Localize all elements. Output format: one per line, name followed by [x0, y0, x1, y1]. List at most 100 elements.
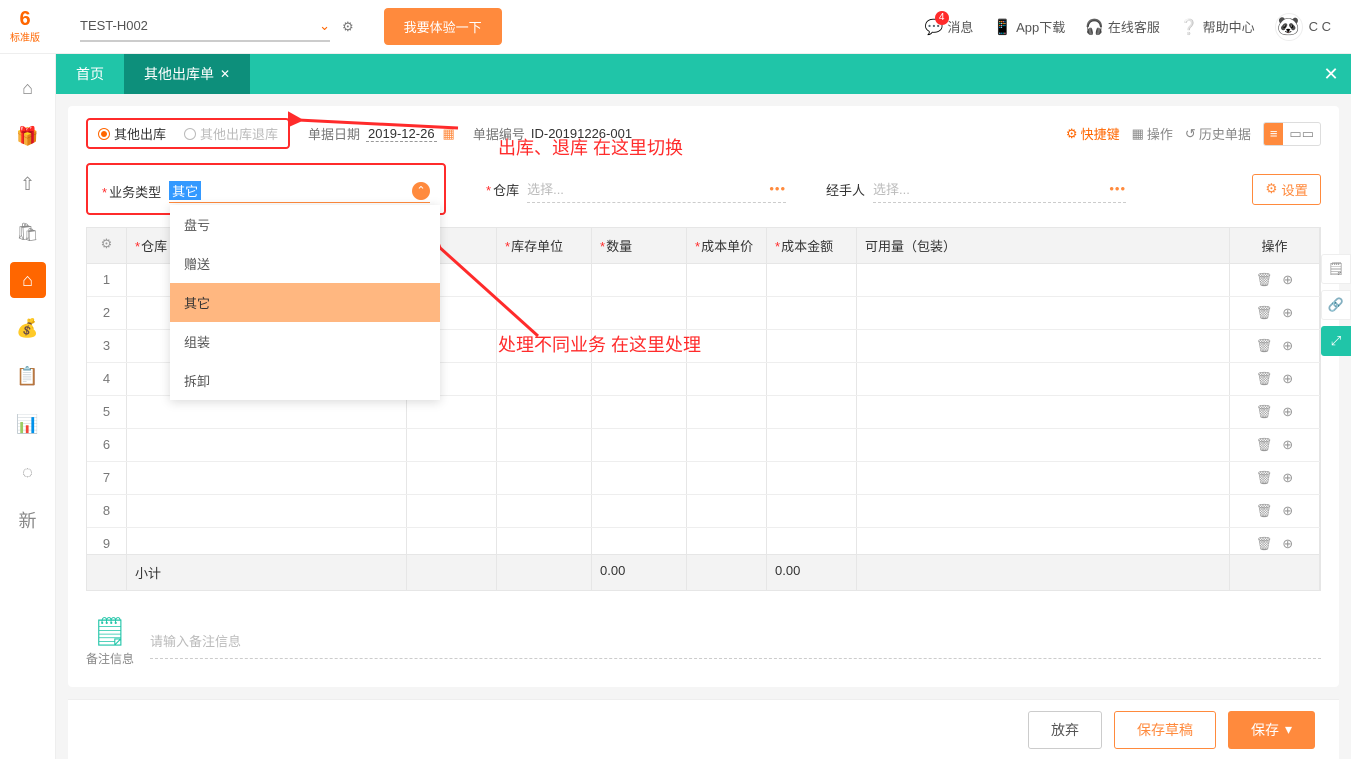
tab-other-outbound[interactable]: 其他出库单 ✕	[124, 54, 250, 94]
add-row-icon[interactable]: ⊕	[1282, 404, 1293, 420]
note-icon: 🗒	[86, 615, 134, 648]
save-button[interactable]: 保存 ▾	[1228, 711, 1315, 749]
app-download-link[interactable]: 📱 App下载	[993, 17, 1065, 36]
sidebar-warehouse-icon[interactable]: ⌂	[10, 262, 46, 298]
remark-input[interactable]: 请输入备注信息	[150, 623, 1321, 659]
gear-icon: ⚙	[1066, 126, 1078, 142]
option-zuzhuang[interactable]: 组装	[170, 322, 440, 361]
radio-dot-icon	[98, 128, 110, 140]
history-link[interactable]: ↺历史单据	[1185, 124, 1251, 143]
sidebar-inbound-icon[interactable]: ⇧	[10, 166, 46, 202]
sidebar: ⌂ 🎁 ⇧ 🛍 ⌂ 💰 📋 📊 ◌ 新	[0, 54, 56, 759]
radio-other-out-return[interactable]: 其他出库退库	[184, 124, 278, 143]
col-unit: 库存单位	[497, 228, 592, 263]
column-settings-icon[interactable]: ⚙	[87, 228, 127, 263]
col-qty: 数量	[592, 228, 687, 263]
col-price: 成本单价	[687, 228, 767, 263]
logo-glyph: 6	[0, 9, 50, 29]
operate-link[interactable]: ▦操作	[1132, 124, 1173, 143]
sidebar-new-icon[interactable]: 新	[10, 502, 46, 538]
table-row[interactable]: 7🗑⊕	[87, 462, 1320, 495]
save-draft-button[interactable]: 保存草稿	[1114, 711, 1216, 749]
chevron-down-icon: ▾	[1285, 721, 1292, 738]
business-type-label: 业务类型	[102, 182, 161, 201]
table-row[interactable]: 8🗑⊕	[87, 495, 1320, 528]
subtotal-label: 小计	[127, 555, 407, 590]
option-qita[interactable]: 其它	[170, 283, 440, 322]
delete-row-icon[interactable]: 🗑	[1256, 272, 1273, 288]
add-row-icon[interactable]: ⊕	[1282, 470, 1293, 486]
business-type-select[interactable]: 其它 ⌃	[169, 179, 430, 203]
add-row-icon[interactable]: ⊕	[1282, 305, 1293, 321]
radio-dot-icon	[184, 128, 196, 140]
try-button[interactable]: 我要体验一下	[384, 8, 502, 45]
delete-row-icon[interactable]: 🗑	[1256, 338, 1273, 354]
subtotal-qty: 0.00	[592, 555, 687, 590]
subtotal-amount: 0.00	[767, 555, 857, 590]
business-type-selected: 其它	[169, 181, 201, 200]
sidebar-bag-icon[interactable]: 🛍	[10, 214, 46, 250]
delete-row-icon[interactable]: 🗑	[1256, 503, 1273, 519]
float-rail: 🗒 🔗 ⤢	[1321, 254, 1351, 356]
delete-row-icon[interactable]: 🗑	[1256, 536, 1273, 552]
delete-row-icon[interactable]: 🗑	[1256, 371, 1273, 387]
add-row-icon[interactable]: ⊕	[1282, 272, 1293, 288]
settings-button[interactable]: ⚙ 设置	[1252, 174, 1321, 205]
radio-other-out[interactable]: 其他出库	[98, 124, 166, 143]
sidebar-report-icon[interactable]: 📊	[10, 406, 46, 442]
help-center-link[interactable]: ❔ 帮助中心	[1180, 17, 1255, 36]
view-toggle: ≡ ▭▭	[1263, 122, 1321, 146]
table-row[interactable]: 6🗑⊕	[87, 429, 1320, 462]
add-row-icon[interactable]: ⊕	[1282, 371, 1293, 387]
sidebar-loading-icon[interactable]: ◌	[10, 454, 46, 490]
sidebar-money-icon[interactable]: 💰	[10, 310, 46, 346]
handler-field[interactable]: 经手人 选择... •••	[826, 175, 1126, 203]
chevron-down-icon: ⌄	[319, 18, 330, 34]
delete-row-icon[interactable]: 🗑	[1256, 470, 1273, 486]
org-selector[interactable]: TEST-H002 ⌄	[80, 12, 330, 42]
logo: 6 标准版	[0, 9, 50, 44]
option-pankui[interactable]: 盘亏	[170, 205, 440, 244]
col-available: 可用量（包装）	[857, 228, 1230, 263]
headset-icon: 🎧	[1085, 18, 1104, 36]
doc-date-field[interactable]: 单据日期 2019-12-26 ▦	[308, 124, 455, 143]
add-row-icon[interactable]: ⊕	[1282, 503, 1293, 519]
shortcut-link[interactable]: ⚙快捷键	[1066, 124, 1120, 143]
tab-home[interactable]: 首页	[56, 54, 124, 94]
option-zengsong[interactable]: 赠送	[170, 244, 440, 283]
sidebar-clipboard-icon[interactable]: 📋	[10, 358, 46, 394]
user-menu[interactable]: 🐼 C C	[1275, 13, 1331, 41]
doc-date-value: 2019-12-26	[366, 126, 437, 142]
more-icon[interactable]: •••	[769, 181, 786, 196]
float-expand-icon[interactable]: ⤢	[1321, 326, 1351, 356]
table-row[interactable]: 5🗑⊕	[87, 396, 1320, 429]
org-name: TEST-H002	[80, 18, 319, 33]
discard-button[interactable]: 放弃	[1028, 711, 1102, 749]
close-all-tabs[interactable]: ✕	[1311, 54, 1351, 94]
online-service-link[interactable]: 🎧 在线客服	[1085, 17, 1160, 36]
table-row[interactable]: 9🗑⊕	[87, 528, 1320, 554]
view-card-icon[interactable]: ▭▭	[1283, 123, 1320, 145]
avatar-icon: 🐼	[1275, 13, 1303, 41]
delete-row-icon[interactable]: 🗑	[1256, 305, 1273, 321]
add-row-icon[interactable]: ⊕	[1282, 536, 1293, 552]
float-link-icon[interactable]: 🔗	[1321, 290, 1351, 320]
doc-no-field: 单据编号 ID-20191226-001	[473, 124, 632, 143]
delete-row-icon[interactable]: 🗑	[1256, 404, 1273, 420]
table-subtotal-row: 小计 0.00 0.00	[87, 554, 1320, 590]
more-icon[interactable]: •••	[1109, 181, 1126, 196]
option-chaixie[interactable]: 拆卸	[170, 361, 440, 400]
sidebar-gift-icon[interactable]: 🎁	[10, 118, 46, 154]
warehouse-field[interactable]: 仓库 选择... •••	[486, 175, 786, 203]
float-note-icon[interactable]: 🗒	[1321, 254, 1351, 284]
sidebar-home-icon[interactable]: ⌂	[10, 70, 46, 106]
messages-link[interactable]: 💬 消息 4	[925, 17, 974, 36]
add-row-icon[interactable]: ⊕	[1282, 338, 1293, 354]
remark-section: 🗒 备注信息 请输入备注信息	[86, 605, 1321, 687]
view-list-icon[interactable]: ≡	[1264, 123, 1284, 145]
settings-icon[interactable]: ⚙	[342, 19, 354, 35]
delete-row-icon[interactable]: 🗑	[1256, 437, 1273, 453]
close-icon[interactable]: ✕	[220, 67, 230, 81]
add-row-icon[interactable]: ⊕	[1282, 437, 1293, 453]
calendar-icon[interactable]: ▦	[443, 126, 455, 142]
